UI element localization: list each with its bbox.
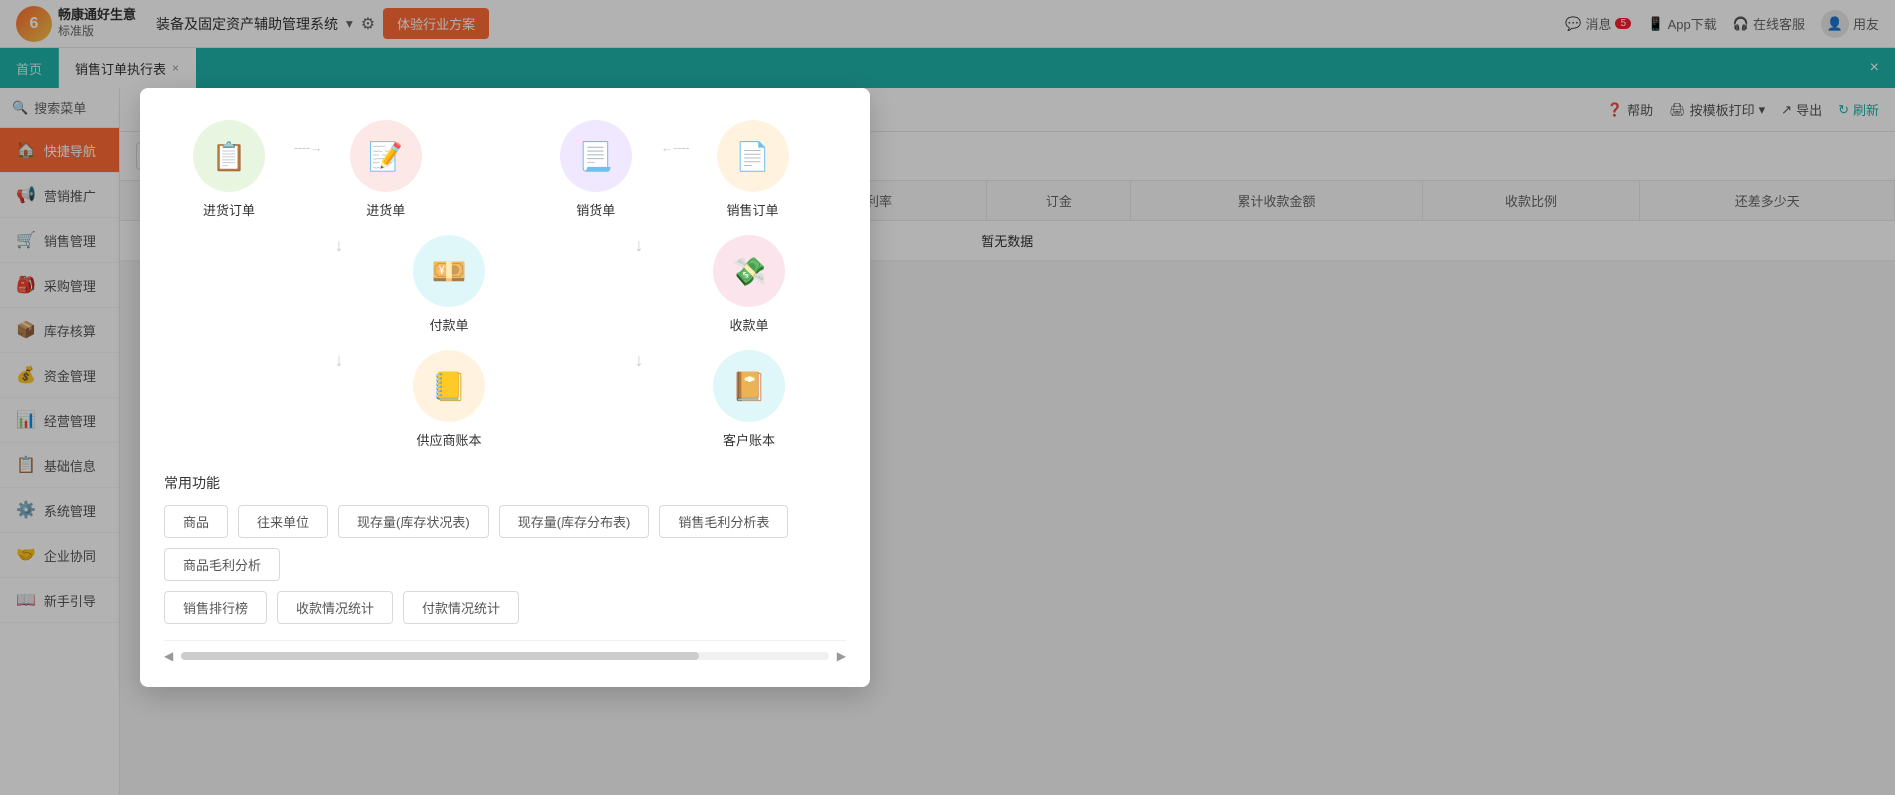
flow-row-2: ↓ 💴 付款单 ↓ 💸 收款单 xyxy=(164,235,846,334)
receipt-label: 收款单 xyxy=(729,315,768,334)
flow-node-sales-order[interactable]: 📄 销售订单 xyxy=(688,120,818,219)
scroll-thumb xyxy=(181,652,699,660)
function-buttons-row1: 商品 往来单位 现存量(库存状况表) 现存量(库存分布表) 销售毛利分析表 商品… xyxy=(164,505,846,581)
sales-order-label: 销售订单 xyxy=(727,200,779,219)
payment-circle: 💴 xyxy=(413,235,485,307)
popup-modal: 📋 进货订单 - - - - → 📝 进货单 📃 销货单 ← - - - - xyxy=(140,88,870,687)
func-btn-stock-dist[interactable]: 现存量(库存分布表) xyxy=(499,505,650,538)
function-buttons-row2: 销售排行榜 收款情况统计 付款情况统计 xyxy=(164,591,846,624)
purchase-slip-label: 进货单 xyxy=(366,200,405,219)
func-btn-receipt-stats[interactable]: 收款情况统计 xyxy=(277,591,393,624)
arrow-down-payment: ↓ xyxy=(294,350,384,449)
supplier-book-circle: 📒 xyxy=(413,350,485,422)
spacer-col0 xyxy=(164,235,294,334)
flow-node-purchase-order[interactable]: 📋 进货订单 xyxy=(164,120,294,219)
receipt-circle: 💸 xyxy=(713,235,785,307)
customer-book-label: 客户账本 xyxy=(723,430,775,449)
flow-node-payment[interactable]: 💴 付款单 xyxy=(384,235,514,334)
arrow-down-ss: ↓ xyxy=(594,235,684,334)
func-btn-product-margin[interactable]: 商品毛利分析 xyxy=(164,548,280,581)
purchase-order-label: 进货订单 xyxy=(203,200,255,219)
flow-diagram: 📋 进货订单 - - - - → 📝 进货单 📃 销货单 ← - - - - xyxy=(164,120,846,449)
scroll-right-arrow[interactable]: ▶ xyxy=(837,649,846,663)
func-btn-sales-margin[interactable]: 销售毛利分析表 xyxy=(659,505,788,538)
scroll-track[interactable] xyxy=(181,652,829,660)
sales-slip-circle: 📃 xyxy=(560,120,632,192)
customer-book-circle: 📔 xyxy=(713,350,785,422)
payment-label: 付款单 xyxy=(429,315,468,334)
flow-node-receipt[interactable]: 💸 收款单 xyxy=(684,235,814,334)
func-btn-stock-status[interactable]: 现存量(库存状况表) xyxy=(338,505,489,538)
func-btn-product[interactable]: 商品 xyxy=(164,505,228,538)
scroll-left-arrow[interactable]: ◀ xyxy=(164,649,173,663)
spacer-r3 xyxy=(514,350,594,449)
purchase-order-circle: 📋 xyxy=(193,120,265,192)
spacer2 xyxy=(514,235,594,334)
flow-node-sales-slip[interactable]: 📃 销货单 xyxy=(531,120,661,219)
spacer-r3-col0 xyxy=(164,350,294,449)
common-functions: 常用功能 商品 往来单位 现存量(库存状况表) 现存量(库存分布表) 销售毛利分… xyxy=(164,473,846,624)
arrow-down-ps: ↓ xyxy=(294,235,384,334)
supplier-book-label: 供应商账本 xyxy=(416,430,481,449)
common-title: 常用功能 xyxy=(164,473,846,493)
func-btn-payment-stats[interactable]: 付款情况统计 xyxy=(403,591,519,624)
flow-node-supplier-book[interactable]: 📒 供应商账本 xyxy=(384,350,514,449)
flow-node-purchase-slip[interactable]: 📝 进货单 xyxy=(321,120,451,219)
sales-slip-label: 销货单 xyxy=(576,200,615,219)
arrow-ss-so: ← - - - - xyxy=(661,140,688,155)
popup-scrollbar: ◀ ▶ xyxy=(164,640,846,663)
flow-node-customer-book[interactable]: 📔 客户账本 xyxy=(684,350,814,449)
func-btn-sales-ranking[interactable]: 销售排行榜 xyxy=(164,591,267,624)
sales-order-circle: 📄 xyxy=(717,120,789,192)
purchase-slip-circle: 📝 xyxy=(350,120,422,192)
arrow-po-ps: - - - - → xyxy=(294,140,321,155)
flow-row-3: ↓ 📒 供应商账本 ↓ 📔 客户账本 xyxy=(164,350,846,449)
func-btn-contacts[interactable]: 往来单位 xyxy=(238,505,328,538)
flow-row-1: 📋 进货订单 - - - - → 📝 进货单 📃 销货单 ← - - - - xyxy=(164,120,846,219)
arrow-down-receipt: ↓ xyxy=(594,350,684,449)
